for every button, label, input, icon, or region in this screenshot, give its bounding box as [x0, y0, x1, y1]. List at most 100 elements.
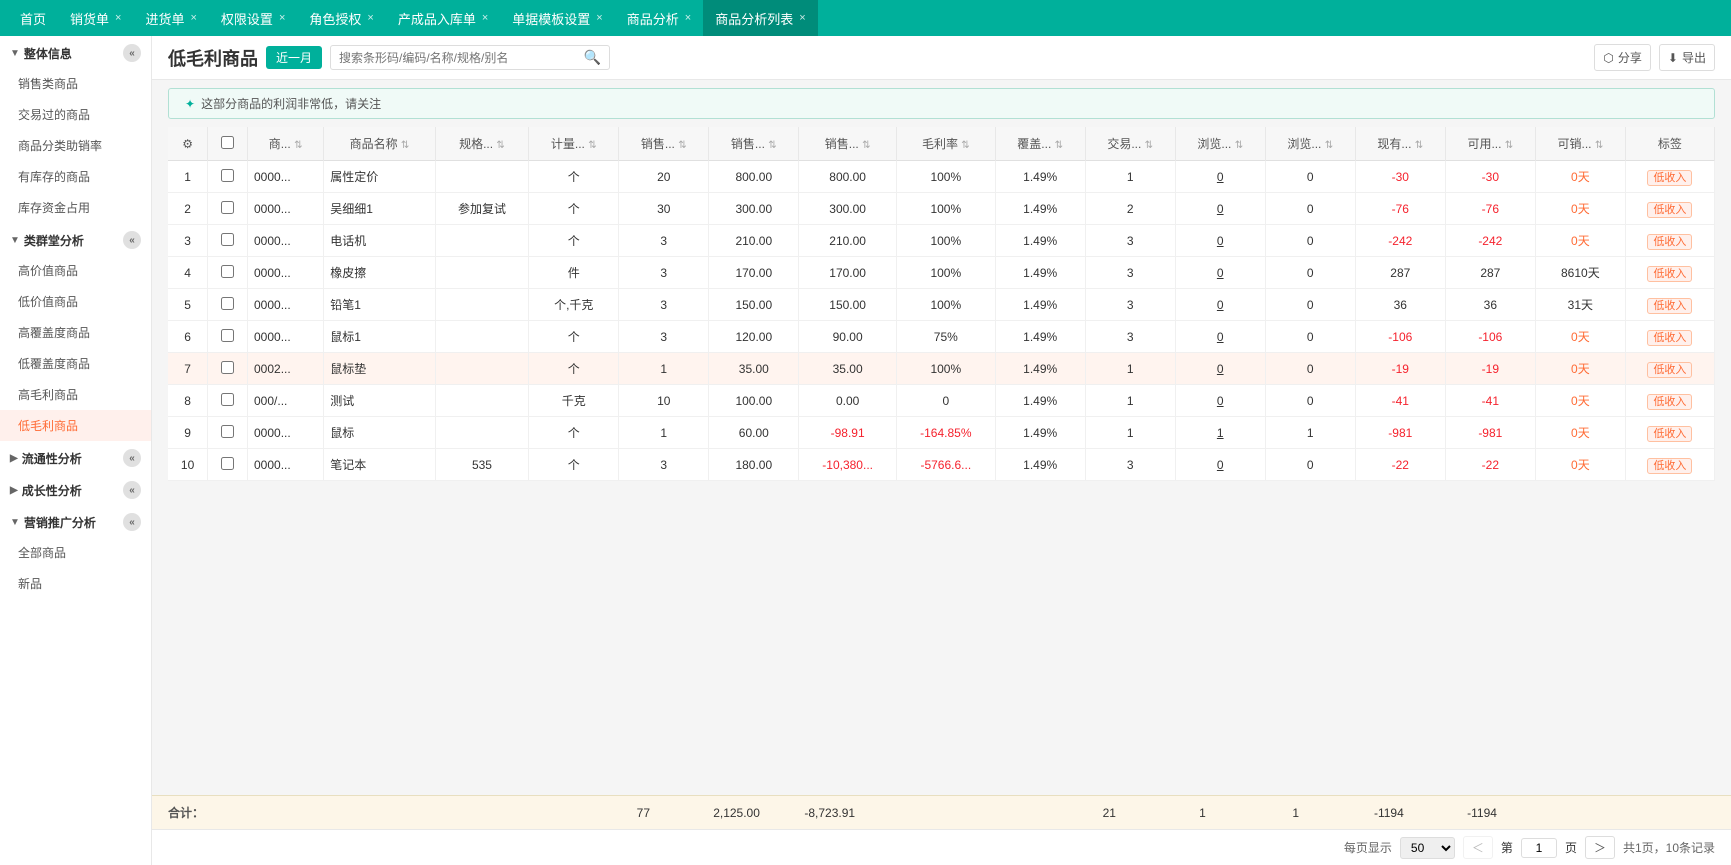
sidebar-group-类群堂分析[interactable]: ▼类群堂分析« — [0, 223, 151, 255]
sidebar-item-高覆盖度商品[interactable]: 高覆盖度商品 — [0, 317, 151, 348]
cell-checkbox[interactable] — [208, 161, 248, 193]
page-number-input[interactable] — [1521, 838, 1557, 858]
sidebar-item-高价值商品[interactable]: 高价值商品 — [0, 255, 151, 286]
nav-close-icon[interactable]: × — [367, 12, 373, 24]
th-unit[interactable]: 计量... ⇅ — [529, 127, 619, 161]
th-sale-qty[interactable]: 销售... ⇅ — [619, 127, 709, 161]
next-page-button[interactable]: ＞ — [1585, 836, 1615, 859]
row-checkbox[interactable] — [221, 297, 234, 310]
view1-link[interactable]: 1 — [1217, 426, 1224, 440]
nav-item-进货单[interactable]: 进货单× — [133, 0, 208, 36]
sidebar-group-流通性分析[interactable]: ▶流通性分析« — [0, 441, 151, 473]
sidebar-item-商品分类助销率[interactable]: 商品分类助销率 — [0, 130, 151, 161]
cell-checkbox[interactable] — [208, 449, 248, 481]
share-button[interactable]: ⬡ 分享 — [1594, 44, 1651, 71]
cell-checkbox[interactable] — [208, 353, 248, 385]
row-checkbox[interactable] — [221, 201, 234, 214]
nav-close-icon[interactable]: × — [482, 12, 488, 24]
search-icon[interactable]: 🔍 — [584, 49, 601, 66]
th-checkbox[interactable] — [208, 127, 248, 161]
sidebar-collapse-button[interactable]: « — [123, 481, 141, 499]
nav-close-icon[interactable]: × — [596, 12, 602, 24]
sidebar-group-整体信息[interactable]: ▼整体信息« — [0, 36, 151, 68]
cell-checkbox[interactable] — [208, 417, 248, 449]
time-filter-button[interactable]: 近一月 — [266, 46, 322, 69]
cell-checkbox[interactable] — [208, 225, 248, 257]
th-settings[interactable]: ⚙ — [168, 127, 208, 161]
cell-view1[interactable]: 0 — [1175, 193, 1265, 225]
sidebar-group-营销推广分析[interactable]: ▼营销推广分析« — [0, 505, 151, 537]
nav-item-单据模板设置[interactable]: 单据模板设置× — [500, 0, 614, 36]
view1-link[interactable]: 0 — [1217, 234, 1224, 248]
nav-item-首页[interactable]: 首页 — [8, 0, 58, 36]
nav-close-icon[interactable]: × — [279, 12, 285, 24]
sidebar-collapse-button[interactable]: « — [123, 449, 141, 467]
sidebar-item-交易过的商品[interactable]: 交易过的商品 — [0, 99, 151, 130]
th-coverage[interactable]: 覆盖... ⇅ — [995, 127, 1085, 161]
nav-item-角色授权[interactable]: 角色授权× — [297, 0, 385, 36]
cell-checkbox[interactable] — [208, 289, 248, 321]
view1-link[interactable]: 0 — [1217, 266, 1224, 280]
th-view2[interactable]: 浏览... ⇅ — [1265, 127, 1355, 161]
nav-close-icon[interactable]: × — [685, 12, 691, 24]
nav-item-商品分析列表[interactable]: 商品分析列表× — [703, 0, 817, 36]
th-current-stock[interactable]: 现有... ⇅ — [1355, 127, 1445, 161]
row-checkbox[interactable] — [221, 425, 234, 438]
th-gross-margin[interactable]: 毛利率 ⇅ — [896, 127, 995, 161]
sidebar-item-低毛利商品[interactable]: 低毛利商品 — [0, 410, 151, 441]
sidebar-item-低覆盖度商品[interactable]: 低覆盖度商品 — [0, 348, 151, 379]
cell-checkbox[interactable] — [208, 193, 248, 225]
th-available-stock[interactable]: 可用... ⇅ — [1445, 127, 1535, 161]
view1-link[interactable]: 0 — [1217, 394, 1224, 408]
nav-close-icon[interactable]: × — [799, 12, 805, 24]
sidebar-item-有库存的商品[interactable]: 有库存的商品 — [0, 161, 151, 192]
sidebar-item-新品[interactable]: 新品 — [0, 568, 151, 599]
view1-link[interactable]: 0 — [1217, 362, 1224, 376]
cell-view1[interactable]: 0 — [1175, 449, 1265, 481]
sidebar-collapse-button[interactable]: « — [123, 513, 141, 531]
nav-item-权限设置[interactable]: 权限设置× — [209, 0, 297, 36]
row-checkbox[interactable] — [221, 233, 234, 246]
th-sale-price[interactable]: 销售... ⇅ — [709, 127, 799, 161]
row-checkbox[interactable] — [221, 265, 234, 278]
th-code[interactable]: 商... ⇅ — [248, 127, 324, 161]
row-checkbox[interactable] — [221, 393, 234, 406]
cell-view1[interactable]: 1 — [1175, 417, 1265, 449]
th-spec[interactable]: 规格... ⇅ — [435, 127, 529, 161]
row-checkbox[interactable] — [221, 329, 234, 342]
row-checkbox[interactable] — [221, 457, 234, 470]
view1-link[interactable]: 0 — [1217, 298, 1224, 312]
sidebar-item-销售类商品[interactable]: 销售类商品 — [0, 68, 151, 99]
sidebar-item-低价值商品[interactable]: 低价值商品 — [0, 286, 151, 317]
cell-view1[interactable]: 0 — [1175, 225, 1265, 257]
th-sellable-days[interactable]: 可销... ⇅ — [1535, 127, 1625, 161]
sidebar-item-库存资金占用[interactable]: 库存资金占用 — [0, 192, 151, 223]
sidebar-item-高毛利商品[interactable]: 高毛利商品 — [0, 379, 151, 410]
select-all-checkbox[interactable] — [221, 136, 234, 149]
th-name[interactable]: 商品名称 ⇅ — [324, 127, 436, 161]
cell-checkbox[interactable] — [208, 321, 248, 353]
prev-page-button[interactable]: ＜ — [1463, 836, 1493, 859]
page-size-select[interactable]: 50 100 200 — [1400, 837, 1455, 859]
nav-item-商品分析[interactable]: 商品分析× — [615, 0, 703, 36]
th-sale-amount[interactable]: 销售... ⇅ — [799, 127, 897, 161]
cell-checkbox[interactable] — [208, 385, 248, 417]
sidebar-collapse-button[interactable]: « — [123, 44, 141, 62]
th-transaction[interactable]: 交易... ⇅ — [1085, 127, 1175, 161]
sidebar-group-成长性分析[interactable]: ▶成长性分析« — [0, 473, 151, 505]
nav-close-icon[interactable]: × — [115, 12, 121, 24]
view1-link[interactable]: 0 — [1217, 458, 1224, 472]
cell-view1[interactable]: 0 — [1175, 321, 1265, 353]
row-checkbox[interactable] — [221, 169, 234, 182]
th-view1[interactable]: 浏览... ⇅ — [1175, 127, 1265, 161]
view1-link[interactable]: 0 — [1217, 170, 1224, 184]
row-checkbox[interactable] — [221, 361, 234, 374]
search-input[interactable] — [339, 51, 584, 65]
view1-link[interactable]: 0 — [1217, 202, 1224, 216]
cell-view1[interactable]: 0 — [1175, 161, 1265, 193]
nav-item-销货单[interactable]: 销货单× — [58, 0, 133, 36]
sidebar-collapse-button[interactable]: « — [123, 231, 141, 249]
cell-view1[interactable]: 0 — [1175, 289, 1265, 321]
th-tag[interactable]: 标签 — [1625, 127, 1714, 161]
nav-close-icon[interactable]: × — [190, 12, 196, 24]
